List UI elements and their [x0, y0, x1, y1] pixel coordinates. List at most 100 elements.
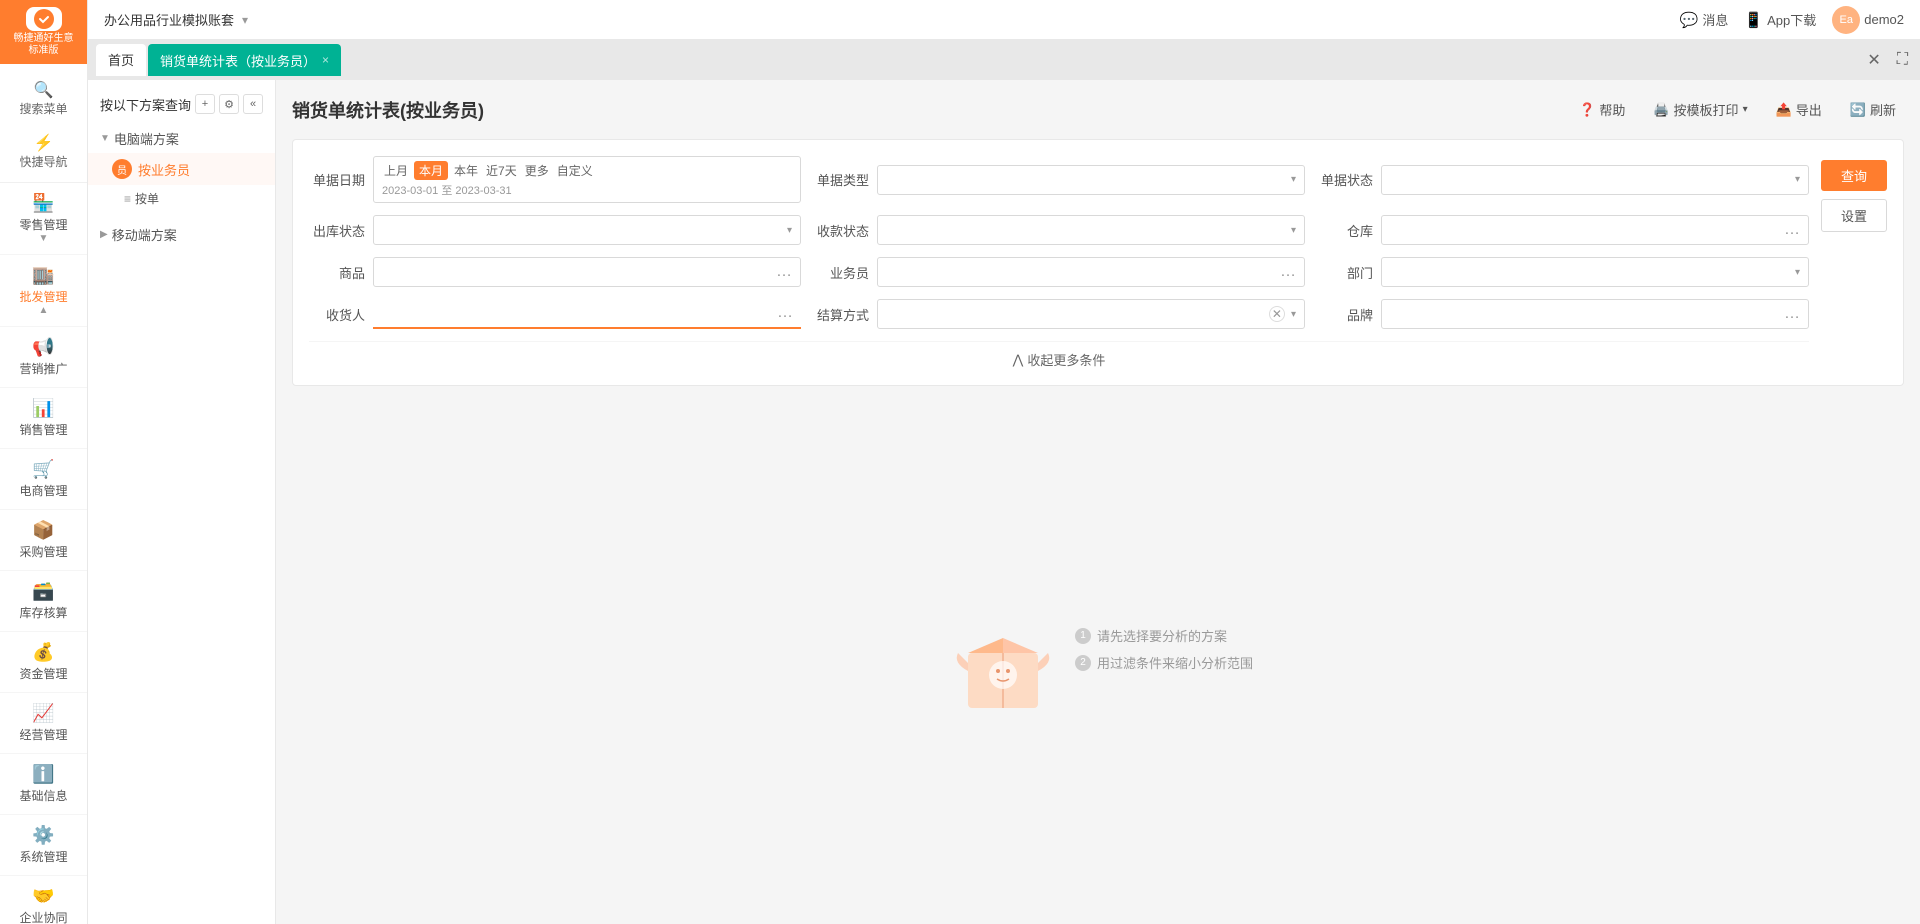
panel-settings-button[interactable]: ⚙	[219, 94, 239, 114]
quick-nav-label: 快捷导航	[19, 153, 67, 170]
date-tab-7days[interactable]: 近7天	[484, 161, 519, 180]
sidebar-item-wholesale[interactable]: 🏬 批发管理 ▲	[0, 255, 87, 327]
query-button[interactable]: 查询	[1821, 160, 1887, 191]
receiver-input[interactable]: …	[373, 299, 801, 329]
out-status-arrow-icon: ▾	[787, 225, 792, 236]
message-button[interactable]: 💬 消息	[1680, 10, 1729, 29]
settings-button[interactable]: 设置	[1821, 199, 1887, 232]
export-label: 导出	[1796, 100, 1822, 119]
marketing-icon: 📢	[32, 337, 54, 358]
header-left: 办公用品行业模拟账套 ▾	[104, 10, 248, 29]
desktop-section-label: 电脑端方案	[114, 129, 179, 148]
pay-status-input[interactable]: ▾	[877, 215, 1305, 245]
by-staff-icon: 员	[112, 159, 132, 179]
panel-collapse-button[interactable]: «	[243, 94, 263, 114]
tab-expand-icon[interactable]: ⛶	[1893, 47, 1912, 73]
date-tab-last-month[interactable]: 上月	[382, 161, 410, 180]
desktop-section-header[interactable]: ▼ 电脑端方案	[88, 124, 275, 153]
payment-clear-button[interactable]: ✕	[1269, 306, 1285, 322]
sidebar-nav: 🏪 零售管理 ▼ 🏬 批发管理 ▲ 📢 营销推广 📊 销售管理 🛒 电商管理 📦…	[0, 183, 87, 924]
search-menu-item[interactable]: 🔍 搜索菜单	[8, 72, 79, 125]
tab-sales-stats[interactable]: 销货单统计表（按业务员） ×	[148, 44, 341, 76]
empty-illustration	[943, 603, 1043, 703]
sidebar-item-system[interactable]: ⚙️ 系统管理	[0, 815, 87, 876]
receiver-label: 收货人	[309, 305, 365, 324]
dept-input[interactable]: ▾	[1381, 257, 1809, 287]
tab-close-all-icon[interactable]: ✕	[1863, 46, 1884, 74]
sidebar-item-finance[interactable]: 💰 资金管理	[0, 632, 87, 693]
right-content: 销货单统计表(按业务员) ❓ 帮助 🖨️ 按模板打印 ▾ 📤 导出	[276, 80, 1920, 924]
help-button[interactable]: ❓ 帮助	[1571, 96, 1633, 123]
finance-icon: 💰	[32, 642, 54, 663]
filter-row-3: 商品 … 业务员 …	[309, 257, 1809, 287]
out-status-label: 出库状态	[309, 221, 365, 240]
export-button[interactable]: 📤 导出	[1768, 96, 1830, 123]
panel-header: 按以下方案查询 + ⚙ «	[88, 88, 275, 120]
date-input[interactable]: 上月 本月 本年 近7天 更多 自定义 2023-03-01 至 2023-03…	[373, 156, 801, 203]
brand-input[interactable]: …	[1381, 299, 1809, 329]
collapse-button[interactable]: ⋀ 收起更多条件	[1013, 350, 1106, 369]
dept-label: 部门	[1317, 263, 1373, 282]
page-title-area: 销货单统计表(按业务员) ❓ 帮助 🖨️ 按模板打印 ▾ 📤 导出	[292, 96, 1904, 123]
type-input[interactable]: ▾	[877, 165, 1305, 195]
header-right: 💬 消息 📱 App下载 Ea demo2	[1680, 6, 1904, 34]
status-label: 单据状态	[1317, 170, 1373, 189]
type-label: 单据类型	[813, 170, 869, 189]
basic-label: 基础信息	[19, 787, 67, 804]
date-filter-field: 单据日期 上月 本月 本年 近7天 更多 自定义	[309, 156, 801, 203]
date-tab-this-month[interactable]: 本月	[414, 161, 448, 180]
main-area: 办公用品行业模拟账套 ▾ 💬 消息 📱 App下载 Ea demo2 首页	[88, 0, 1920, 924]
refresh-button[interactable]: 🔄 刷新	[1842, 96, 1904, 123]
sidebar-item-retail[interactable]: 🏪 零售管理 ▼	[0, 183, 87, 255]
panel-item-by-order[interactable]: ≡ 按单	[88, 185, 275, 212]
active-tab-label: 销货单统计表（按业务员）	[160, 51, 316, 70]
mobile-section-header[interactable]: ▶ 移动端方案	[88, 220, 275, 249]
by-order-label: 按单	[135, 190, 159, 207]
out-status-input[interactable]: ▾	[373, 215, 801, 245]
avatar-text: Ea	[1840, 14, 1853, 26]
sidebar-item-ecommerce[interactable]: 🛒 电商管理	[0, 449, 87, 510]
tab-close-icon[interactable]: ×	[322, 53, 329, 67]
receiver-dots: …	[777, 304, 793, 322]
print-button[interactable]: 🖨️ 按模板打印 ▾	[1645, 96, 1755, 123]
user-profile[interactable]: Ea demo2	[1832, 6, 1904, 34]
status-input[interactable]: ▾	[1381, 165, 1809, 195]
date-tab-more[interactable]: 更多	[523, 161, 551, 180]
page-title: 销货单统计表(按业务员)	[292, 97, 484, 123]
filter-row-4: 收货人 … 结算方式 ✕ ▾	[309, 299, 1809, 329]
sidebar-item-basic[interactable]: ℹ️ 基础信息	[0, 754, 87, 815]
app-download-button[interactable]: 📱 App下载	[1744, 10, 1816, 29]
dept-arrow-icon: ▾	[1795, 267, 1800, 278]
left-panel: 按以下方案查询 + ⚙ « ▼ 电脑端方案	[88, 80, 276, 924]
sidebar-item-inventory[interactable]: 🗃️ 库存核算	[0, 571, 87, 632]
tab-home[interactable]: 首页	[96, 44, 146, 76]
warehouse-dots: …	[1784, 221, 1800, 239]
sidebar-item-sales[interactable]: 📊 销售管理	[0, 388, 87, 449]
sidebar-item-purchase[interactable]: 📦 采购管理	[0, 510, 87, 571]
app-download-label: App下载	[1767, 10, 1816, 29]
ecommerce-label: 电商管理	[19, 482, 67, 499]
type-arrow-icon: ▾	[1291, 174, 1296, 185]
sidebar-item-enterprise[interactable]: 🤝 企业协同	[0, 876, 87, 924]
step1-text: 请先选择要分析的方案	[1097, 626, 1227, 645]
staff-input[interactable]: …	[877, 257, 1305, 287]
goods-input[interactable]: …	[373, 257, 801, 287]
panel-item-by-staff[interactable]: 员 按业务员	[88, 153, 275, 185]
date-tab-this-year[interactable]: 本年	[452, 161, 480, 180]
sidebar-item-operations[interactable]: 📈 经营管理	[0, 693, 87, 754]
by-staff-label: 按业务员	[138, 160, 190, 179]
payment-input[interactable]: ✕ ▾	[877, 299, 1305, 329]
quick-nav-item[interactable]: ⚡ 快捷导航	[8, 125, 79, 178]
panel-add-button[interactable]: +	[195, 94, 215, 114]
warehouse-input[interactable]: …	[1381, 215, 1809, 245]
logo-sub-text: 标准版	[29, 45, 59, 57]
by-order-icon: ≡	[124, 192, 131, 206]
dept-field: 部门 ▾	[1317, 257, 1809, 287]
date-tab-custom[interactable]: 自定义	[555, 161, 595, 180]
sidebar-item-marketing[interactable]: 📢 营销推广	[0, 327, 87, 388]
brand-field: 品牌 …	[1317, 299, 1809, 329]
avatar: Ea	[1832, 6, 1860, 34]
app-logo[interactable]: 畅捷通好生意 标准版	[0, 0, 87, 64]
breadcrumb: 办公用品行业模拟账套	[104, 10, 234, 29]
filter-card: 单据日期 上月 本月 本年 近7天 更多 自定义	[292, 139, 1904, 386]
